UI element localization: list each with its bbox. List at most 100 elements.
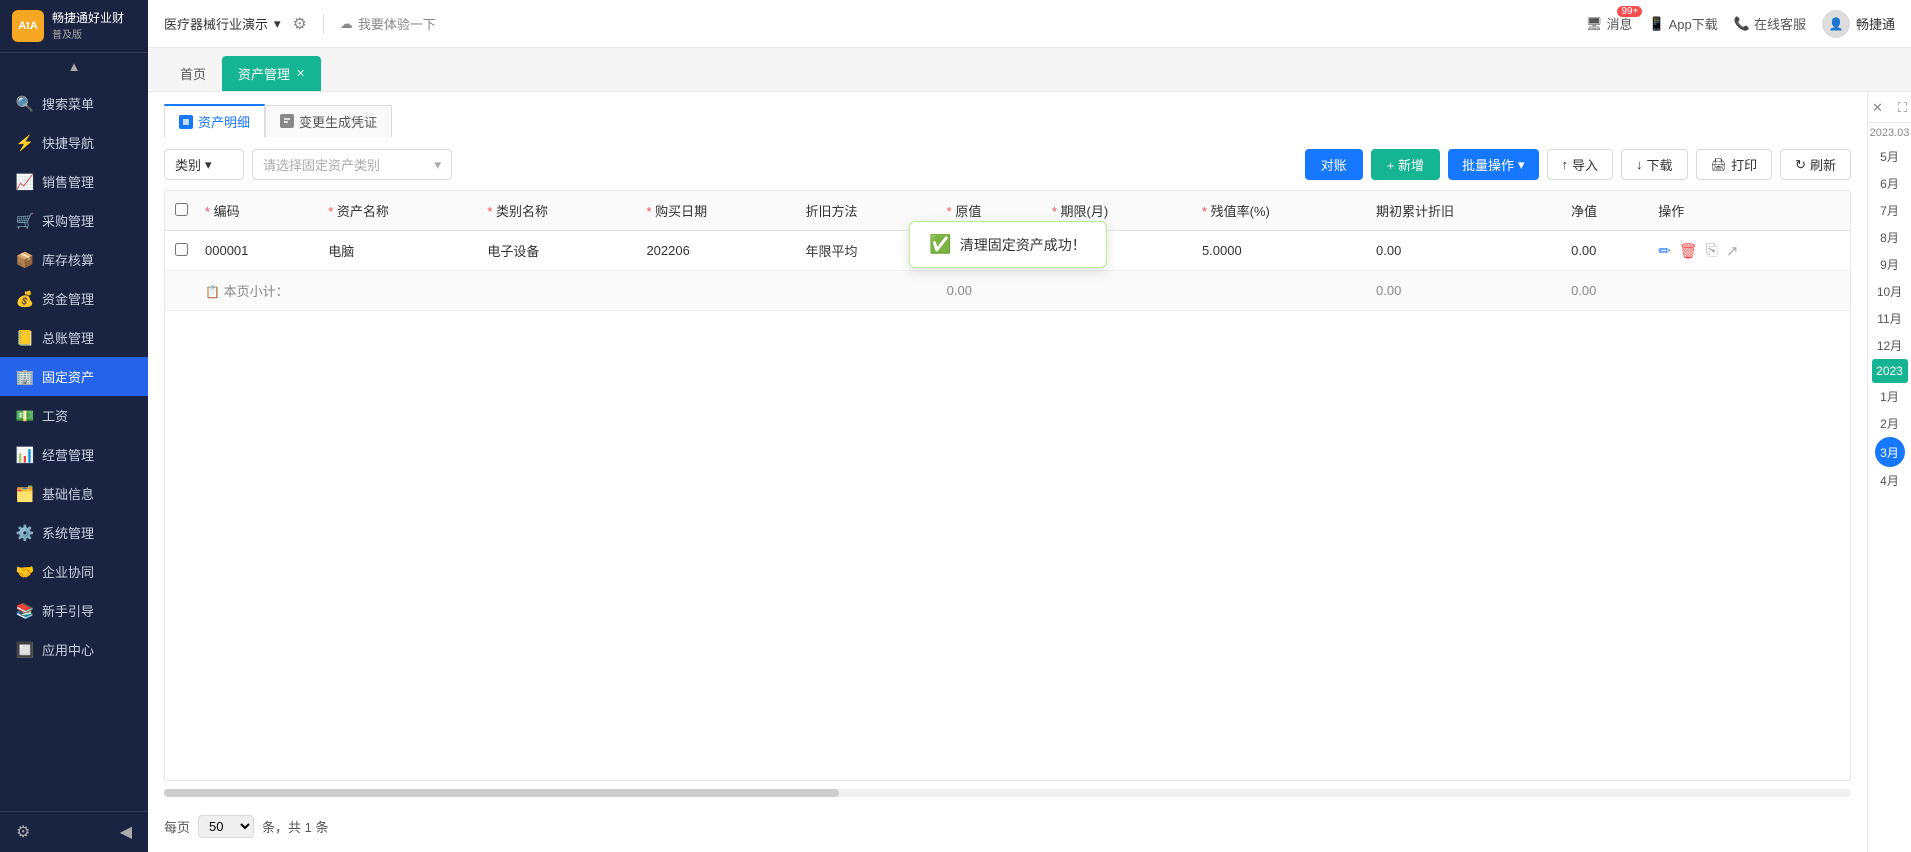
th-name: 资产名称 (320, 191, 479, 231)
month-item[interactable]: 9月 (1872, 251, 1908, 278)
company-selector[interactable]: 医疗器械行业演示 ▾ (164, 14, 281, 33)
experience-label: 我要体验一下 (358, 14, 436, 33)
app-subtitle: 普及版 (52, 26, 124, 41)
month-item[interactable]: 5月 (1872, 143, 1908, 170)
row-checkbox-cell (165, 231, 197, 271)
month-item[interactable]: 1月 (1872, 383, 1908, 410)
chevron-down-icon: ▾ (434, 157, 441, 173)
copy-icon[interactable]: ⎘ (1706, 242, 1718, 259)
message-btn[interactable]: 🖥 消息 99+ (1586, 14, 1633, 33)
sidebar-item-label: 企业协同 (42, 562, 94, 581)
sidebar-item-库存核算[interactable]: 📦 库存核算 (0, 240, 148, 279)
refresh-button[interactable]: ↻ 刷新 (1780, 149, 1851, 180)
th-checkbox (165, 191, 197, 231)
subtotal-row: 📋 本页小计： 0.00 0.00 0.00 (165, 271, 1850, 311)
sidebar-item-快捷导航[interactable]: ⚡ 快捷导航 (0, 123, 148, 162)
total-label: 条，共 1 条 (262, 817, 328, 836)
avatar: 👤 (1822, 10, 1850, 38)
th-purchase-date: 购买日期 (638, 191, 797, 231)
close-panel-icon[interactable]: ✕ (1872, 100, 1883, 116)
per-page-select[interactable]: 50 100 (198, 815, 254, 838)
category-input[interactable]: 请选择固定资产类别 ▾ (252, 149, 452, 180)
month-item[interactable]: 4月 (1872, 467, 1908, 494)
sidebar-item-新手引导[interactable]: 📚 新手引导 (0, 591, 148, 630)
collapse-icon[interactable]: ◀ (120, 822, 132, 842)
app-download-btn[interactable]: 📱 App下载 (1648, 14, 1717, 33)
subtab-generate-voucher[interactable]: 变更生成凭证 (265, 105, 392, 137)
sidebar-item-经营管理[interactable]: 📊 经营管理 (0, 435, 148, 474)
month-item[interactable]: 3月 (1875, 437, 1905, 467)
sidebar-item-label: 经营管理 (42, 445, 94, 464)
sidebar-item-企业协同[interactable]: 🤝 企业协同 (0, 552, 148, 591)
category-filter-label: 类别 (175, 155, 201, 174)
toolbar: 类别 ▾ 请选择固定资产类别 ▾ 对账 + 新增 批量操作 ▾ (164, 149, 1851, 180)
month-item[interactable]: 10月 (1872, 278, 1908, 305)
sidebar-icon: 🔲 (16, 641, 34, 659)
row-checkbox[interactable] (175, 243, 188, 256)
tab-home[interactable]: 首页 (164, 56, 222, 91)
sidebar-item-label: 资金管理 (42, 289, 94, 308)
filter-row: 类别 ▾ 请选择固定资产类别 ▾ (164, 149, 452, 180)
month-item[interactable]: 2月 (1872, 410, 1908, 437)
select-all-checkbox[interactable] (175, 203, 188, 216)
app-title: 畅捷通好业财 (52, 11, 124, 27)
customer-service-btn[interactable]: 📞 在线客服 (1734, 14, 1806, 33)
year-item[interactable]: 2023 (1872, 359, 1908, 383)
row-residual-rate: 5.0000 (1194, 231, 1368, 271)
settings-icon[interactable]: ⚙ (16, 822, 30, 842)
sidebar-item-总账管理[interactable]: 📒 总账管理 (0, 318, 148, 357)
month-list: 5月6月7月8月9月10月11月12月20231月2月3月4月 (1872, 143, 1908, 494)
tabbar: 首页 资产管理 ✕ (148, 48, 1911, 92)
download-button[interactable]: ↓ 下载 (1621, 149, 1688, 180)
settings-icon[interactable]: ⚙ (293, 14, 307, 34)
sidebar-item-工资[interactable]: 💵 工资 (0, 396, 148, 435)
subtab-asset-detail-label: 资产明细 (198, 112, 250, 131)
user-menu[interactable]: 👤 畅捷通 (1822, 10, 1895, 38)
subtotal-residual (1194, 271, 1368, 311)
refresh-label: 刷新 (1810, 155, 1836, 174)
row-net-value: 0.00 (1563, 231, 1650, 271)
import-button[interactable]: ↑ 导入 (1547, 149, 1614, 180)
sidebar-item-label: 新手引导 (42, 601, 94, 620)
sidebar-item-搜索菜单[interactable]: 🔍 搜索菜单 (0, 84, 148, 123)
sidebar-item-采购管理[interactable]: 🛒 采购管理 (0, 201, 148, 240)
more-icon[interactable]: ↗ (1726, 242, 1739, 260)
month-item[interactable]: 6月 (1872, 170, 1908, 197)
sidebar-item-资金管理[interactable]: 💰 资金管理 (0, 279, 148, 318)
subtotal-initial: 0.00 (1368, 271, 1563, 311)
experience-btn[interactable]: ☁ 我要体验一下 (340, 14, 436, 33)
new-button[interactable]: + 新增 (1371, 149, 1440, 180)
subtotal-original: 0.00 (939, 271, 1044, 311)
sidebar-item-销售管理[interactable]: 📈 销售管理 (0, 162, 148, 201)
print-button[interactable]: 🖨 打印 (1696, 149, 1773, 180)
main-area: 医疗器械行业演示 ▾ ⚙ ☁ 我要体验一下 🖥 消息 99+ 📱 App下载 📞… (148, 0, 1911, 852)
category-filter[interactable]: 类别 ▾ (164, 149, 244, 180)
tab-close-icon[interactable]: ✕ (296, 67, 305, 80)
sidebar-item-系统管理[interactable]: ⚙️ 系统管理 (0, 513, 148, 552)
subtab-asset-detail[interactable]: 资产明细 (164, 104, 265, 138)
month-item[interactable]: 12月 (1872, 332, 1908, 359)
subtotal-period (1044, 271, 1194, 311)
month-item[interactable]: 8月 (1872, 224, 1908, 251)
expand-panel-icon[interactable]: ⛶ (1898, 100, 1907, 116)
month-item[interactable]: 11月 (1872, 305, 1908, 332)
sidebar-item-label: 应用中心 (42, 640, 94, 659)
list-icon (179, 115, 193, 129)
month-item[interactable]: 7月 (1872, 197, 1908, 224)
sidebar-icon: 📦 (16, 251, 34, 269)
sidebar-item-基础信息[interactable]: 🗂️ 基础信息 (0, 474, 148, 513)
row-initial-accumulated: 0.00 (1368, 231, 1563, 271)
sidebar-item-固定资产[interactable]: 🏢 固定资产 (0, 357, 148, 396)
subtotal-label: 📋 本页小计： (197, 271, 939, 311)
sidebar-item-应用中心[interactable]: 🔲 应用中心 (0, 630, 148, 669)
delete-icon[interactable]: 🗑 (1679, 242, 1698, 260)
batch-button[interactable]: 批量操作 ▾ (1448, 149, 1539, 180)
edit-icon[interactable]: ✏ (1658, 242, 1671, 260)
sidebar-scroll-up[interactable]: ▲ (0, 53, 148, 80)
horizontal-scrollbar[interactable] (164, 789, 1851, 797)
category-placeholder: 请选择固定资产类别 (263, 155, 380, 174)
reconcile-button[interactable]: 对账 (1305, 149, 1363, 180)
row-name: 电脑 (320, 231, 479, 271)
topbar-divider (323, 14, 324, 34)
tab-asset-management[interactable]: 资产管理 ✕ (222, 56, 321, 91)
